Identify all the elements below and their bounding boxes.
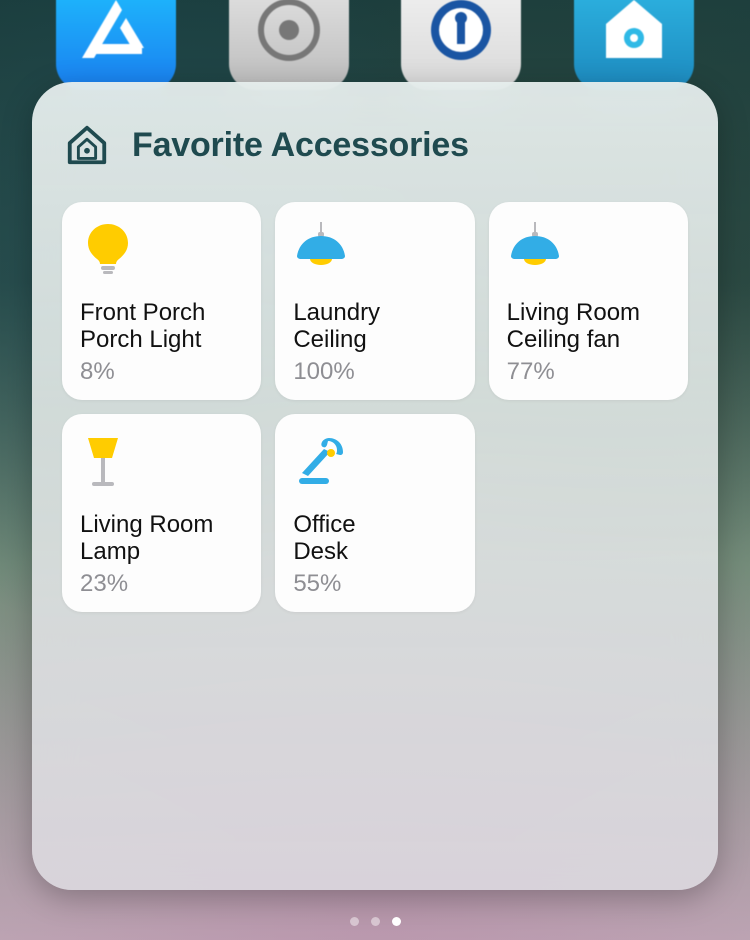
accessory-value: 100%: [293, 358, 458, 386]
accessory-room: Laundry: [293, 300, 458, 327]
accessory-value: 55%: [293, 570, 458, 598]
accessory-tile-living-room-lamp[interactable]: Living Room Lamp 23%: [62, 414, 261, 612]
floor-lamp-icon: [80, 432, 245, 490]
favorite-accessories-widget: Favorite Accessories Front Porch Porch L…: [32, 82, 718, 890]
accessory-room: Living Room: [80, 512, 245, 539]
desk-lamp-icon: [293, 432, 458, 490]
app-icon-home: [574, 0, 694, 90]
widget-title: Favorite Accessories: [132, 126, 469, 165]
home-icon: [64, 122, 110, 168]
page-dot[interactable]: [350, 917, 359, 926]
app-icon-settings: [229, 0, 349, 90]
ceiling-light-icon: [507, 220, 672, 278]
widget-header: Favorite Accessories: [64, 122, 688, 168]
accessory-value: 8%: [80, 358, 245, 386]
accessory-tile-office-desk[interactable]: Office Desk 55%: [275, 414, 474, 612]
accessory-name: Ceiling: [293, 327, 458, 354]
page-indicator[interactable]: [0, 917, 750, 926]
accessory-value: 23%: [80, 570, 245, 598]
page-dot[interactable]: [371, 917, 380, 926]
background-app-icons: [0, 0, 750, 90]
accessory-name: Desk: [293, 539, 458, 566]
app-icon-appstore: [56, 0, 176, 90]
accessory-name: Ceiling fan: [507, 327, 672, 354]
accessory-room: Office: [293, 512, 458, 539]
accessory-tile-living-room-ceiling-fan[interactable]: Living Room Ceiling fan 77%: [489, 202, 688, 400]
page-dot-active[interactable]: [392, 917, 401, 926]
app-icon-1password: [401, 0, 521, 90]
accessory-tiles: Front Porch Porch Light 8% Laundry Ceili…: [62, 202, 688, 612]
accessory-value: 77%: [507, 358, 672, 386]
accessory-name: Lamp: [80, 539, 245, 566]
accessory-tile-front-porch-light[interactable]: Front Porch Porch Light 8%: [62, 202, 261, 400]
accessory-room: Front Porch: [80, 300, 245, 327]
accessory-name: Porch Light: [80, 327, 245, 354]
bulb-icon: [80, 220, 245, 278]
ceiling-light-icon: [293, 220, 458, 278]
accessory-room: Living Room: [507, 300, 672, 327]
accessory-tile-laundry-ceiling[interactable]: Laundry Ceiling 100%: [275, 202, 474, 400]
